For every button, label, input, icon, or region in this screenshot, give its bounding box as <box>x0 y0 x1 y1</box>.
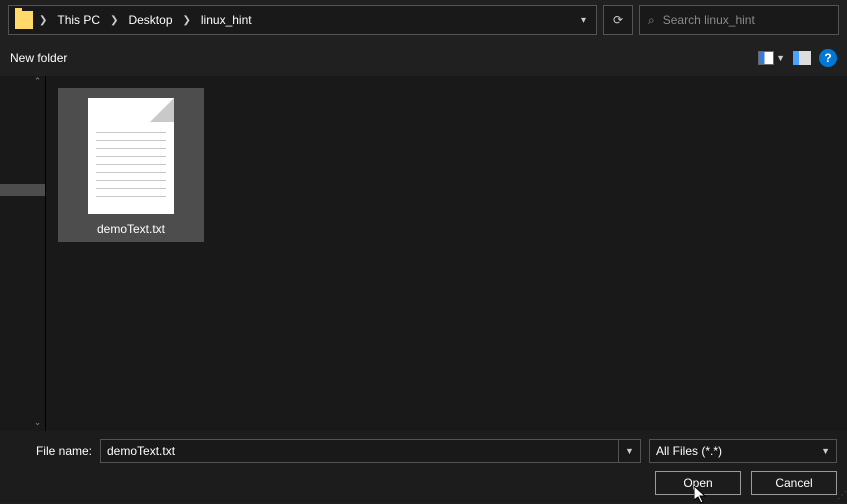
breadcrumb-linux-hint[interactable]: linux_hint <box>197 11 256 29</box>
sidebar-item-disk-c[interactable]: sk (C:) <box>0 318 45 344</box>
new-folder-button[interactable]: New folder <box>10 51 67 65</box>
scroll-down-icon[interactable]: ⌄ <box>30 417 45 432</box>
view-mode-icon <box>758 51 774 65</box>
file-type-filter[interactable]: All Files (*.*) ▼ <box>649 439 837 463</box>
dialog-footer: File name: ▼ All Files (*.*) ▼ Open Canc… <box>0 431 847 503</box>
view-mode-button[interactable]: ▼ <box>758 51 785 65</box>
filename-label: File name: <box>10 444 92 458</box>
search-icon: ⌕ <box>648 13 655 28</box>
address-bar: ❯ This PC ❯ Desktop ❯ linux_hint ▾ ⟳ ⌕ <box>0 0 847 40</box>
filename-dropdown-icon[interactable]: ▼ <box>618 440 640 462</box>
breadcrumb-box[interactable]: ❯ This PC ❯ Desktop ❯ linux_hint ▾ <box>8 5 597 35</box>
sidebar-item-selected[interactable] <box>0 184 45 196</box>
chevron-down-icon: ▼ <box>821 446 830 456</box>
resize-grip-icon[interactable]: ⋰ <box>837 490 845 501</box>
chevron-right-icon[interactable]: ❯ <box>37 15 49 26</box>
refresh-icon: ⟳ <box>613 13 623 27</box>
main-area: ⌃ testers - Person cts ents ads sk (C:) … <box>0 76 847 432</box>
cancel-button[interactable]: Cancel <box>751 471 837 495</box>
sidebar-item[interactable]: testers <box>0 76 45 102</box>
help-button[interactable]: ? <box>819 49 837 67</box>
open-button[interactable]: Open <box>655 471 741 495</box>
chevron-down-icon: ▼ <box>776 53 785 63</box>
navigation-sidebar[interactable]: ⌃ testers - Person cts ents ads sk (C:) … <box>0 76 46 432</box>
folder-icon <box>15 11 33 29</box>
file-label: demoText.txt <box>97 222 165 236</box>
text-file-icon <box>88 98 174 214</box>
breadcrumb-desktop[interactable]: Desktop <box>124 11 176 29</box>
file-type-filter-label: All Files (*.*) <box>656 444 722 458</box>
filename-field-wrap[interactable]: ▼ <box>100 439 641 463</box>
filename-input[interactable] <box>101 440 618 462</box>
sidebar-item[interactable]: ents <box>0 196 45 222</box>
chevron-right-icon[interactable]: ❯ <box>108 15 120 26</box>
sidebar-item-disk-d[interactable]: sk (D:) <box>0 344 45 370</box>
sidebar-item-disk-e[interactable]: sk (E:) <box>0 370 45 396</box>
chevron-right-icon[interactable]: ❯ <box>181 15 193 26</box>
search-input[interactable] <box>663 13 830 27</box>
toolbar: New folder ▼ ? <box>0 40 847 76</box>
sidebar-item[interactable]: - Person <box>0 102 45 128</box>
preview-pane-button[interactable] <box>793 51 811 65</box>
address-dropdown-icon[interactable]: ▾ <box>577 11 590 30</box>
sidebar-item[interactable]: cts <box>0 158 45 184</box>
file-list[interactable]: demoText.txt <box>46 76 847 432</box>
file-item[interactable]: demoText.txt <box>58 88 204 242</box>
breadcrumb-this-pc[interactable]: This PC <box>53 11 104 29</box>
refresh-button[interactable]: ⟳ <box>603 5 633 35</box>
sidebar-item[interactable]: ads <box>0 222 45 248</box>
search-box[interactable]: ⌕ <box>639 5 839 35</box>
help-icon: ? <box>824 51 831 65</box>
